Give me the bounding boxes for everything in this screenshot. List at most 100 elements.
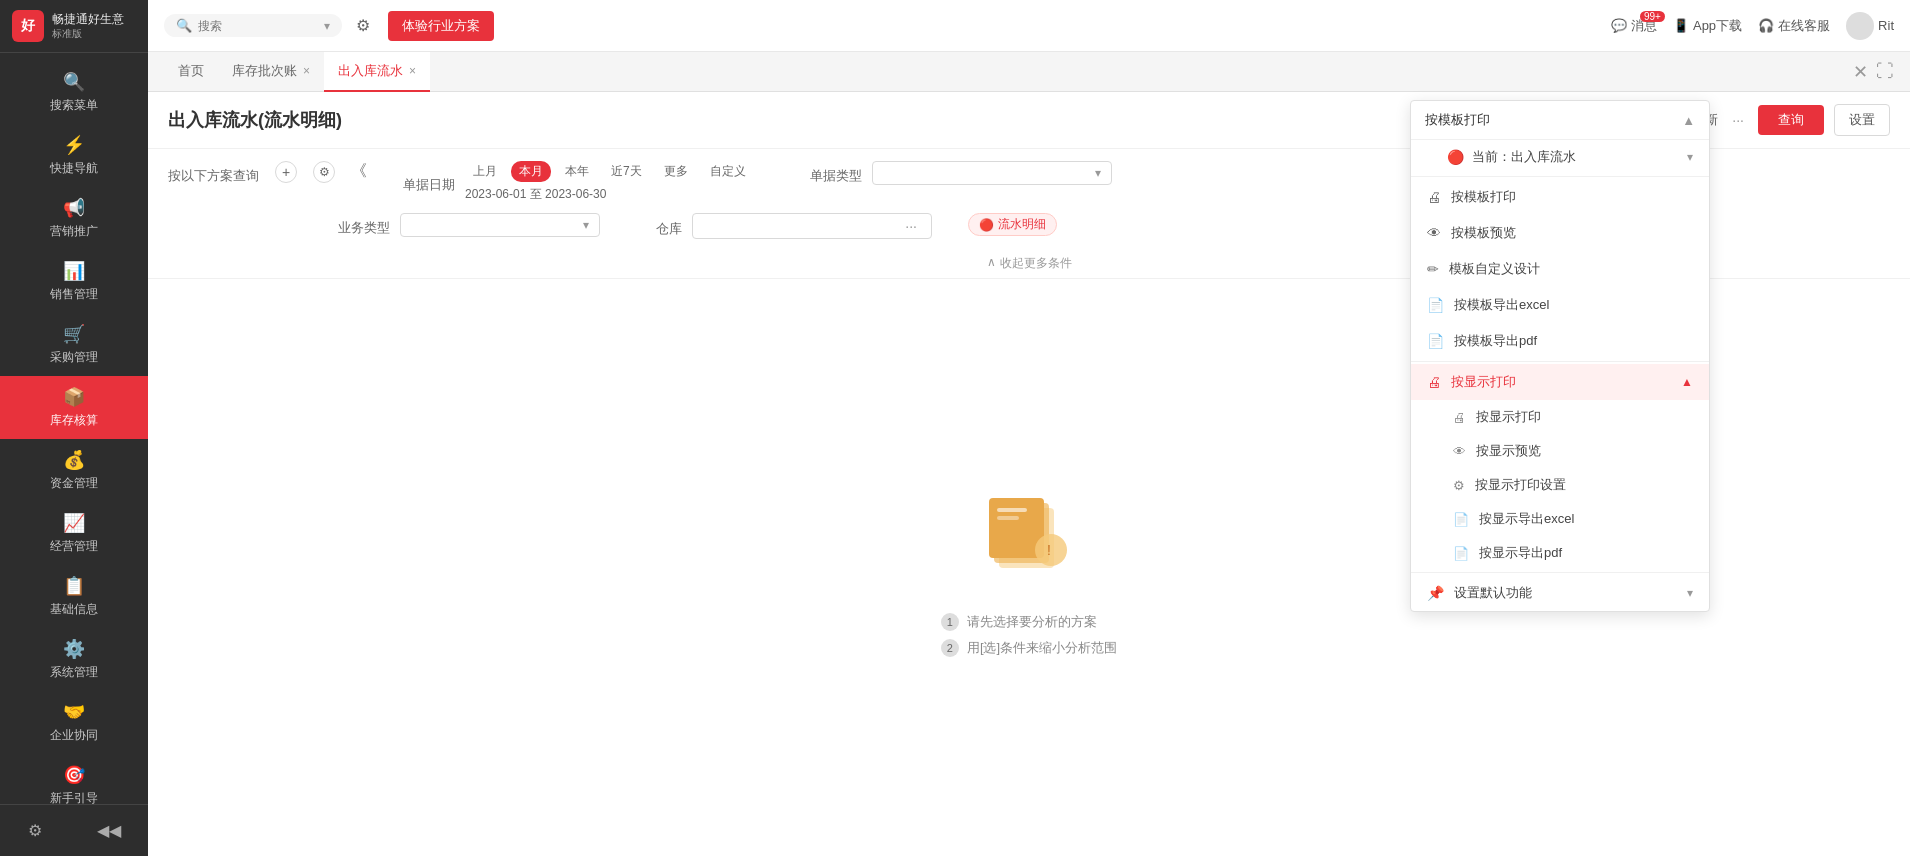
tab-maximize-icon[interactable]: ⛶ [1876,61,1894,82]
dropdown-header-collapse-arrow[interactable]: ▲ [1682,113,1695,128]
sales-icon: 📊 [63,260,85,282]
template-custom-item[interactable]: ✏ 模板自定义设计 [1411,251,1709,287]
date-tab-recent-7[interactable]: 近7天 [603,161,650,182]
sidebar-item-operation[interactable]: 📈经营管理 [0,502,148,565]
display-export-pdf-item[interactable]: 📄 按显示导出pdf [1411,536,1709,570]
voucher-type-select[interactable]: ▾ [872,161,1112,185]
sidebar-item-marketing[interactable]: 📢营销推广 [0,187,148,250]
print-dropdown-panel: 按模板打印 ▲ 🔴 当前：出入库流水 ▾ 🖨 按模板打印 👁 按模板预览 ✏ 模… [1410,100,1710,612]
inventory-label: 库存核算 [50,412,98,429]
set-default-item[interactable]: 📌 设置默认功能 ▾ [1411,575,1709,611]
display-export-pdf-label: 按显示导出pdf [1479,544,1562,562]
search-input[interactable] [198,19,318,33]
tab-batch-account-label: 库存批次账 [232,62,297,80]
sidebar-item-system[interactable]: ⚙️ 系统管理 [0,628,148,691]
topbar-right: 💬 消息 99+ 📱 App下载 🎧 在线客服 Rit [1611,12,1894,40]
trial-btn[interactable]: 体验行业方案 [388,11,494,41]
filter-tag: 🔴 流水明细 [968,213,1057,236]
svg-rect-4 [997,516,1019,520]
tab-close-all-icon[interactable]: ✕ [1853,61,1868,83]
tab-flow-close[interactable]: × [409,64,416,78]
filter-tag-label: 流水明细 [998,216,1046,233]
operation-icon: 📈 [63,512,85,534]
tab-home[interactable]: 首页 [164,52,218,92]
tab-batch-account-close[interactable]: × [303,64,310,78]
display-preview-item[interactable]: 👁 按显示预览 [1411,434,1709,468]
sales-label: 销售管理 [50,286,98,303]
date-tab-prev-month[interactable]: 上月 [465,161,505,182]
bottom-collapse-icon[interactable]: ◀◀ [91,815,127,846]
filter-add-btn[interactable]: + [275,161,297,183]
template-export-pdf-item[interactable]: 📄 按模板导出pdf [1411,323,1709,359]
display-export-excel-item[interactable]: 📄 按显示导出excel [1411,502,1709,536]
display-export-excel-label: 按显示导出excel [1479,510,1574,528]
system-label: 系统管理 [50,664,98,681]
finance-label: 资金管理 [50,475,98,492]
sidebar-item-purchase[interactable]: 🛒 采购管理 [0,313,148,376]
purchase-label: 采购管理 [50,349,98,366]
template-print-icon: 🖨 [1427,189,1441,205]
topbar-settings-icon[interactable]: ⚙ [356,16,370,35]
display-print-group-item[interactable]: 🖨 按显示打印 ▲ [1411,364,1709,400]
current-template-text: 当前：出入库流水 [1472,148,1576,166]
date-tab-custom[interactable]: 自定义 [702,161,754,182]
system-icon: ⚙️ [63,638,85,660]
date-tab-more[interactable]: 更多 [656,161,696,182]
quick-nav-icon: ⚡ [63,134,85,156]
business-type-select[interactable]: ▾ [400,213,600,237]
template-export-excel-item[interactable]: 📄 按模板导出excel [1411,287,1709,323]
page-title: 出入库流水(流水明细) [168,108,342,132]
template-print-item[interactable]: 🖨 按模板打印 [1411,179,1709,215]
bottom-settings-icon[interactable]: ⚙ [22,815,48,846]
date-tab-current-year[interactable]: 本年 [557,161,597,182]
display-print-settings-item[interactable]: ⚙ 按显示打印设置 [1411,468,1709,502]
current-template-arrow[interactable]: ▾ [1687,150,1693,164]
sidebar-item-quick-nav[interactable]: ⚡ 快捷导航 [0,124,148,187]
marketing-label: 营销推广 [50,223,98,240]
settings-btn[interactable]: 设置 [1834,104,1890,136]
warehouse-group: 仓库 ··· [656,213,932,239]
user-avatar-area[interactable]: Rit [1846,12,1894,40]
messages-badge: 99+ [1640,11,1665,22]
business-type-arrow: ▾ [583,218,589,232]
display-print-group-icon: 🖨 [1427,374,1441,390]
warehouse-select[interactable]: ··· [692,213,932,239]
app-download-btn[interactable]: 📱 App下载 [1673,17,1742,35]
quick-nav-label: 快捷导航 [50,160,98,177]
online-service-btn[interactable]: 🎧 在线客服 [1758,17,1830,35]
current-template-label: 🔴 当前：出入库流水 [1447,148,1576,166]
sidebar-item-sales[interactable]: 📊 销售管理 [0,250,148,313]
topbar-search-box[interactable]: 🔍 ▾ [164,14,342,37]
current-template-icon: 🔴 [1447,149,1464,165]
set-default-icon: 📌 [1427,585,1444,601]
search-label: 搜索菜单 [50,97,98,114]
empty-step-2: 2 用[选]条件来缩小分析范围 [941,639,1117,657]
template-preview-item[interactable]: 👁 按模板预览 [1411,215,1709,251]
sidebar-item-cooperation[interactable]: 🤝企业协同 [0,691,148,754]
tab-batch-account[interactable]: 库存批次账 × [218,52,324,92]
logo-name: 畅捷通好生意 [52,11,124,28]
warehouse-more-btn[interactable]: ··· [901,218,921,234]
query-btn[interactable]: 查询 [1758,105,1824,135]
warehouse-input[interactable] [703,219,897,234]
display-print-group-arrow[interactable]: ▲ [1681,375,1693,389]
display-print-item[interactable]: 🖨 按显示打印 [1411,400,1709,434]
date-tab-current-month[interactable]: 本月 [511,161,551,182]
user-name: Rit [1878,18,1894,33]
tab-flow[interactable]: 出入库流水× [324,52,430,92]
sidebar-item-basic[interactable]: 📋基础信息 [0,565,148,628]
more-options-btn[interactable]: ··· [1728,112,1748,128]
logo-text-area: 畅捷通好生意 标准版 [52,11,124,42]
template-export-pdf-label: 按模板导出pdf [1454,332,1537,350]
search-dropdown-icon[interactable]: ▾ [324,19,330,33]
filter-collapse-btn[interactable]: 《 [351,161,367,182]
sidebar-item-inventory[interactable]: 📦 库存核算 [0,376,148,439]
sidebar-item-guide[interactable]: 🎯新手引导 [0,754,148,804]
messages-btn[interactable]: 💬 消息 99+ [1611,17,1657,35]
filter-setting-btn[interactable]: ⚙ [313,161,335,183]
inventory-icon: 📦 [63,386,85,408]
sidebar-item-finance[interactable]: 💰资金管理 [0,439,148,502]
purchase-icon: 🛒 [63,323,85,345]
sidebar-item-search[interactable]: 🔍搜索菜单 [0,61,148,124]
cooperation-label: 企业协同 [50,727,98,744]
